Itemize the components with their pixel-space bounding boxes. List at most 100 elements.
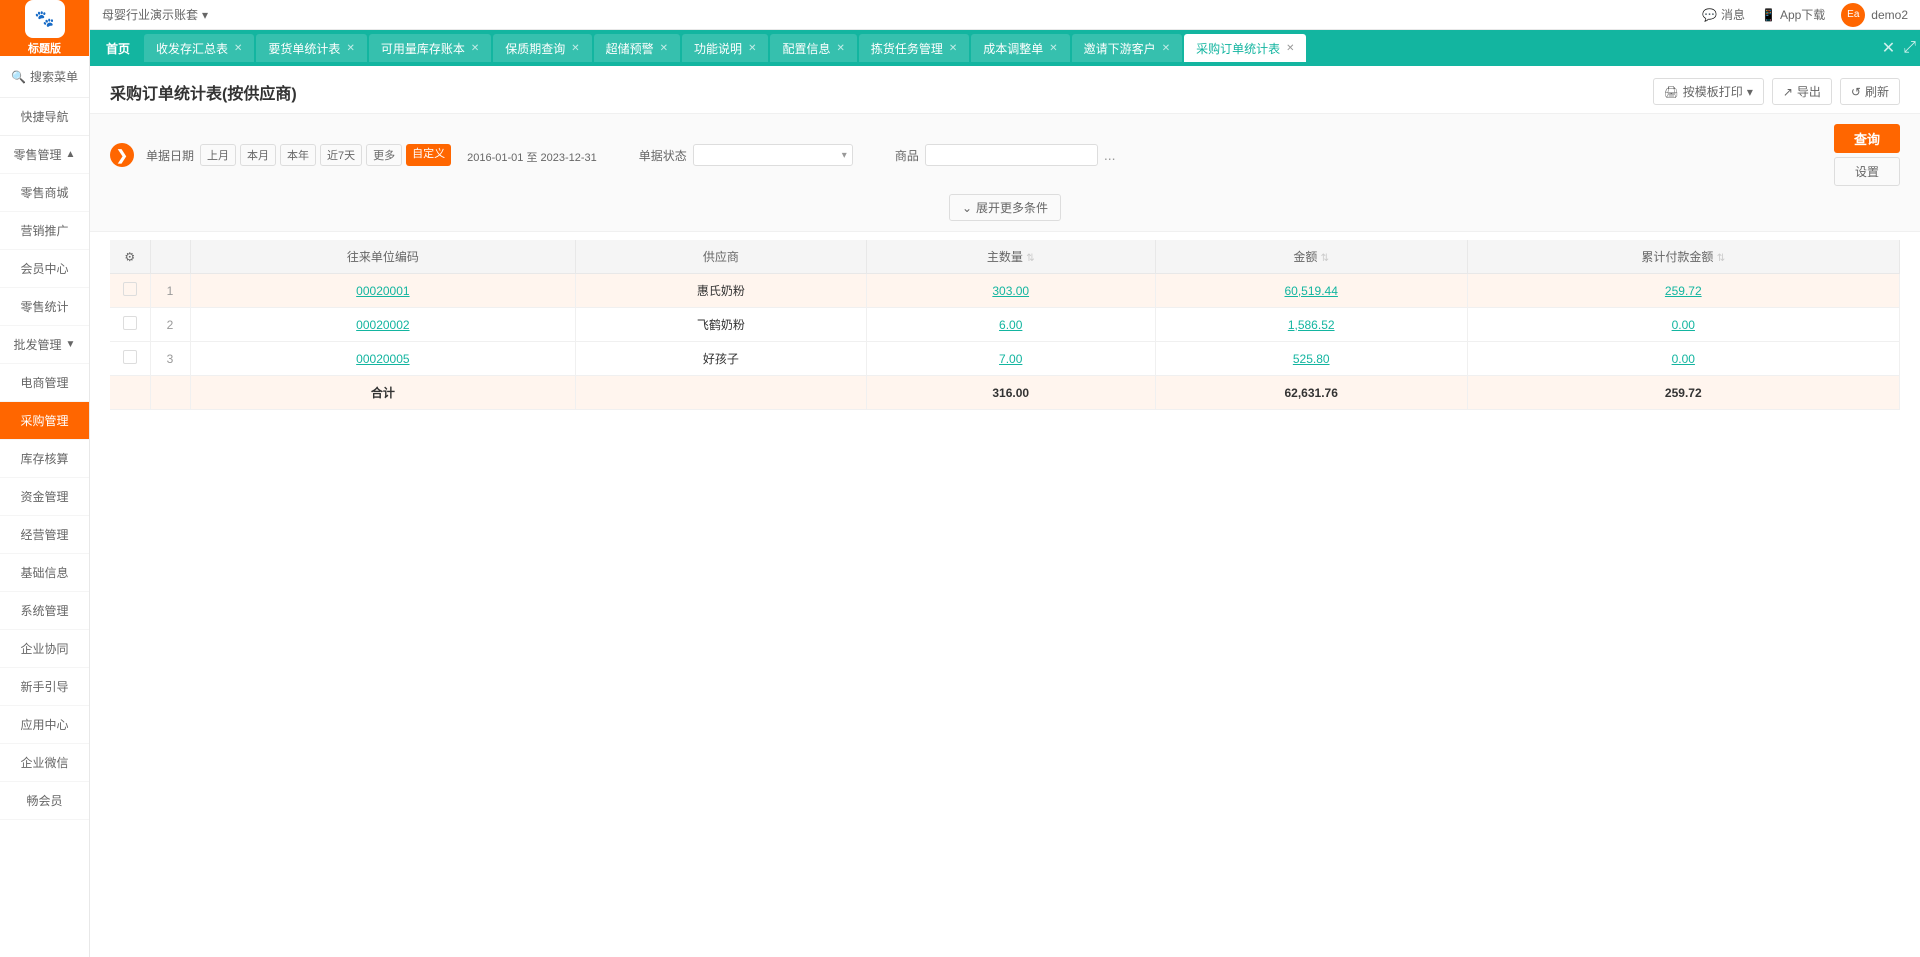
checkbox[interactable] (123, 316, 137, 330)
close-icon[interactable]: ✕ (1286, 43, 1294, 54)
sidebar-item-inventory-check[interactable]: 库存核算 (0, 440, 89, 478)
sidebar-item-retail-mgmt[interactable]: 零售管理 ▲ (0, 136, 89, 174)
sort-icon: ⇅ (1321, 253, 1329, 264)
close-icon[interactable]: ✕ (571, 43, 579, 54)
date-btn-last-month[interactable]: 上月 (200, 144, 236, 166)
print-icon: 🖨 (1664, 85, 1679, 99)
footer-empty-num (150, 376, 190, 410)
close-icon[interactable]: ✕ (234, 43, 242, 54)
message-button[interactable]: 💬 消息 (1702, 6, 1745, 23)
close-icon[interactable]: ✕ (949, 43, 957, 54)
date-btn-more[interactable]: 更多 (366, 144, 402, 166)
quick-nav-button[interactable]: 快捷导航 (6, 104, 83, 129)
cell-num: 2 (150, 308, 190, 342)
template-print-button[interactable]: 🖨 按模板打印 ▾ (1653, 78, 1764, 105)
more-options-icon[interactable]: ... (1104, 147, 1116, 163)
restore-tabs-button[interactable]: ⤢ (1903, 39, 1916, 57)
tab-cost-adjust[interactable]: 成本调整单 ✕ (971, 34, 1069, 62)
unit-code-link[interactable]: 00020002 (356, 318, 409, 332)
qty-link[interactable]: 7.00 (999, 352, 1022, 366)
cell-unit-code: 00020002 (190, 308, 576, 342)
close-icon[interactable]: ✕ (1049, 43, 1057, 54)
checkbox[interactable] (123, 350, 137, 364)
checkbox[interactable] (123, 282, 137, 296)
tab-available-inventory[interactable]: 可用量库存账本 ✕ (369, 34, 491, 62)
tab-receive-send[interactable]: 收发存汇总表 ✕ (144, 34, 254, 62)
sidebar-item-enterprise-wx[interactable]: 企业微信 (0, 744, 89, 782)
mobile-icon: 📱 (1761, 8, 1776, 22)
tab-overstock-warning[interactable]: 超储预警 ✕ (594, 34, 680, 62)
cell-num: 1 (150, 274, 190, 308)
sort-icon: ⇅ (1717, 253, 1725, 264)
cell-paid-amount: 259.72 (1467, 274, 1899, 308)
export-icon: ↗ (1783, 85, 1793, 99)
chevron-down-icon: ⌄ (962, 201, 972, 215)
amount-link[interactable]: 1,586.52 (1288, 318, 1335, 332)
sidebar-item-wholesale-mgmt[interactable]: 批发管理 ▼ (0, 326, 89, 364)
sidebar-item-purchase-mgmt[interactable]: 采购管理 (0, 402, 89, 440)
tab-invite-downstream[interactable]: 邀请下游客户 ✕ (1072, 34, 1182, 62)
status-select[interactable] (693, 144, 853, 166)
tab-config-info[interactable]: 配置信息 ✕ (770, 34, 856, 62)
sidebar-item-marketing[interactable]: 营销推广 (0, 212, 89, 250)
sidebar-item-app-center[interactable]: 应用中心 (0, 706, 89, 744)
paid-amount-link[interactable]: 0.00 (1672, 318, 1695, 332)
amount-link[interactable]: 60,519.44 (1285, 284, 1338, 298)
app-download-button[interactable]: 📱 App下载 (1761, 6, 1825, 23)
date-btn-this-year[interactable]: 本年 (280, 144, 316, 166)
qty-link[interactable]: 303.00 (992, 284, 1029, 298)
query-button[interactable]: 查询 (1834, 124, 1900, 153)
table-body: 1 00020001 惠氏奶粉 303.00 60,519.44 (110, 274, 1900, 376)
search-icon: 🔍 (11, 70, 26, 84)
tab-function-desc[interactable]: 功能说明 ✕ (682, 34, 768, 62)
sidebar-item-membership[interactable]: 畅会员 (0, 782, 89, 820)
sidebar-item-member-center[interactable]: 会员中心 (0, 250, 89, 288)
settings-button[interactable]: 设置 (1834, 157, 1900, 186)
tab-purchase-order-stats[interactable]: 采购订单统计表 ✕ (1184, 34, 1306, 62)
paid-amount-link[interactable]: 259.72 (1665, 284, 1702, 298)
tab-pick-task[interactable]: 拣货任务管理 ✕ (859, 34, 969, 62)
tab-expiry-query[interactable]: 保质期查询 ✕ (493, 34, 591, 62)
tab-home[interactable]: 首页 (94, 34, 142, 62)
sidebar-item-label: 会员中心 (20, 260, 68, 277)
tabs-actions: ✕ ⤢ (1882, 38, 1916, 58)
close-icon[interactable]: ✕ (836, 43, 844, 54)
close-icon[interactable]: ✕ (1162, 43, 1170, 54)
close-icon[interactable]: ✕ (346, 43, 354, 54)
sidebar-item-retail-stats[interactable]: 零售统计 (0, 288, 89, 326)
close-icon[interactable]: ✕ (748, 43, 756, 54)
amount-link[interactable]: 525.80 (1293, 352, 1330, 366)
tab-goods-stats[interactable]: 要货单统计表 ✕ (256, 34, 366, 62)
sidebar-item-new-guide[interactable]: 新手引导 (0, 668, 89, 706)
paid-amount-link[interactable]: 0.00 (1672, 352, 1695, 366)
refresh-button[interactable]: ↺ 刷新 (1840, 78, 1900, 105)
goods-input[interactable] (925, 144, 1098, 166)
cell-unit-code: 00020005 (190, 342, 576, 376)
export-button[interactable]: ↗ 导出 (1772, 78, 1832, 105)
sidebar-item-enterprise-collab[interactable]: 企业协同 (0, 630, 89, 668)
sidebar-item-ops-mgmt[interactable]: 经营管理 (0, 516, 89, 554)
date-btn-this-month[interactable]: 本月 (240, 144, 276, 166)
sidebar-item-sys-mgmt[interactable]: 系统管理 (0, 592, 89, 630)
th-settings[interactable]: ⚙ (110, 240, 150, 274)
close-icon[interactable]: ✕ (660, 43, 668, 54)
expand-more-button[interactable]: ⌄ 展开更多条件 (949, 194, 1061, 221)
cell-amount: 525.80 (1155, 342, 1467, 376)
sidebar-item-label: 企业微信 (20, 754, 68, 771)
filter-toggle-button[interactable]: ❯ (110, 143, 134, 167)
table-row: 3 00020005 好孩子 7.00 525.80 (110, 342, 1900, 376)
company-selector[interactable]: 母婴行业演示账套 ▾ (102, 6, 208, 23)
sidebar-item-finance-mgmt[interactable]: 资金管理 (0, 478, 89, 516)
date-btn-7days[interactable]: 近7天 (320, 144, 362, 166)
unit-code-link[interactable]: 00020001 (356, 284, 409, 298)
sidebar-item-ecommerce-mgmt[interactable]: 电商管理 (0, 364, 89, 402)
unit-code-link[interactable]: 00020005 (356, 352, 409, 366)
sidebar-item-retail-store[interactable]: 零售商城 (0, 174, 89, 212)
qty-link[interactable]: 6.00 (999, 318, 1022, 332)
tab-label: 成本调整单 (983, 40, 1043, 57)
search-menu-button[interactable]: 🔍 搜索菜单 (6, 64, 83, 89)
user-menu[interactable]: Ea demo2 (1841, 3, 1908, 27)
close-icon[interactable]: ✕ (471, 43, 479, 54)
sidebar-item-basic-info[interactable]: 基础信息 (0, 554, 89, 592)
close-all-tabs-button[interactable]: ✕ (1882, 38, 1895, 58)
